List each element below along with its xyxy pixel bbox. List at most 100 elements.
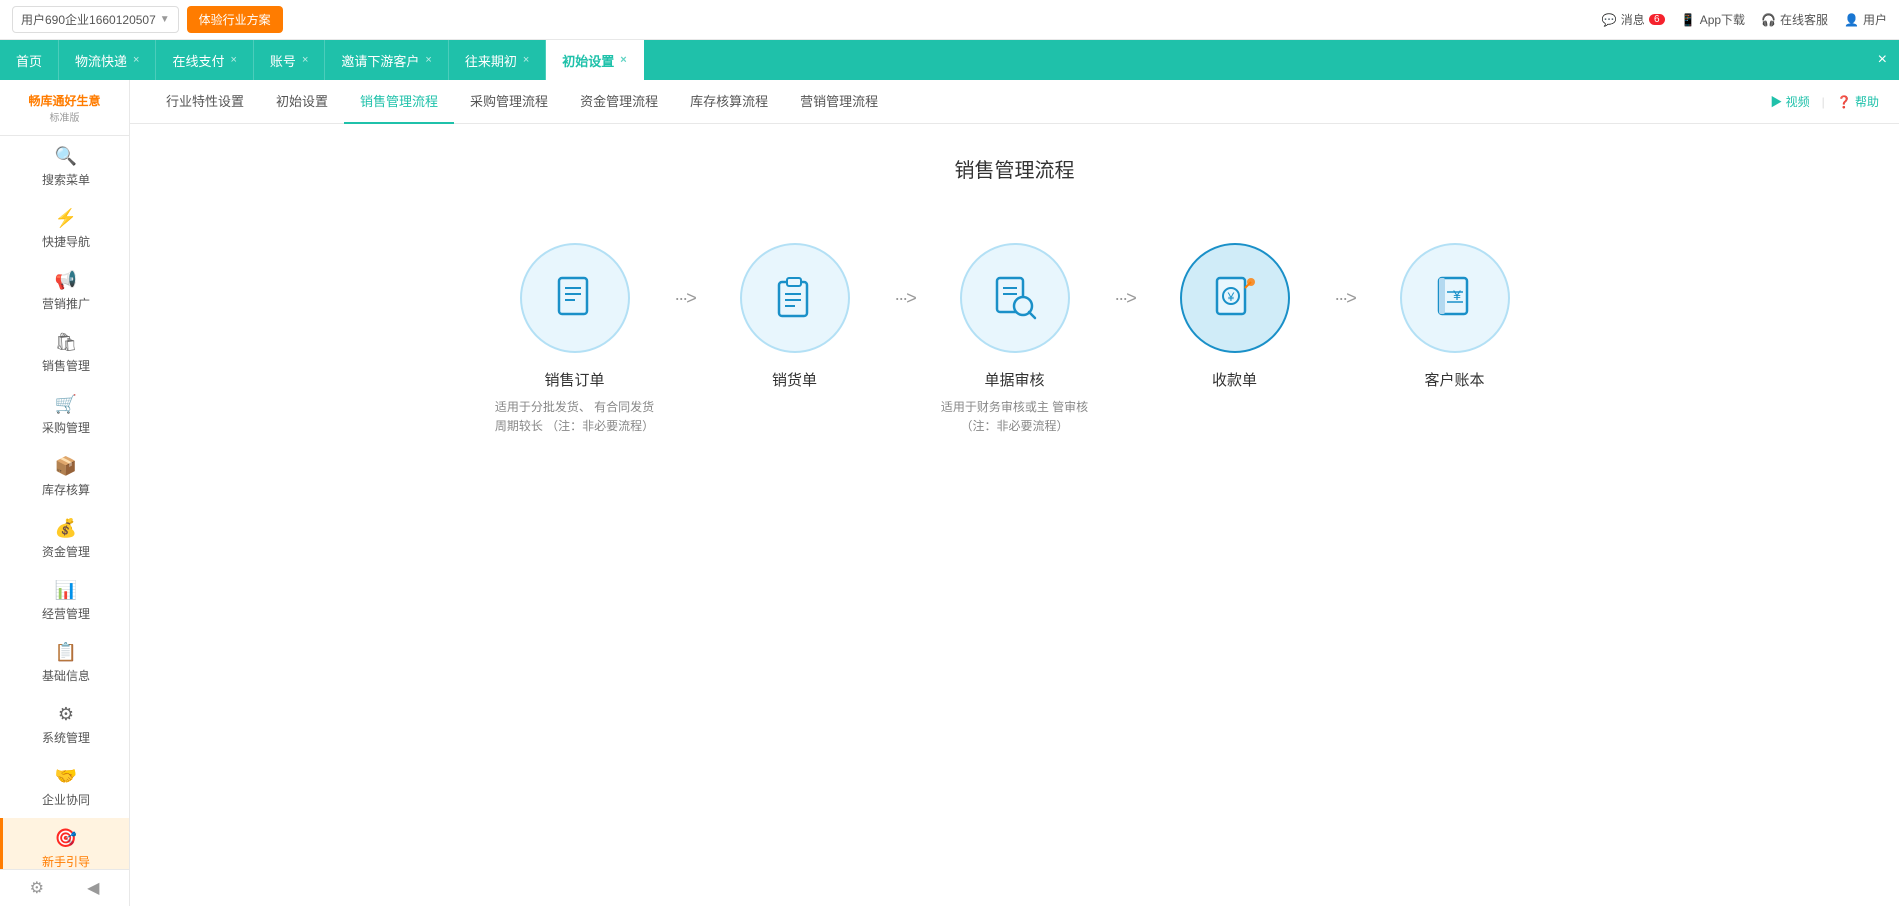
sidebar-icon-0: 🔍 <box>55 146 77 167</box>
nav-tab-0[interactable]: 首页 <box>0 40 59 80</box>
sidebar-icon-11: 🎯 <box>55 828 77 849</box>
sidebar-icon-5: 📦 <box>55 456 77 477</box>
logo-text: 畅库通好生意 <box>28 92 100 109</box>
sub-tab-1[interactable]: 初始设置 <box>260 80 344 124</box>
sidebar-item-0[interactable]: 🔍搜索菜单 <box>0 136 129 198</box>
nav-tab-1[interactable]: 物流快递 × <box>59 40 156 80</box>
flow-arrow-3: ···> <box>1095 243 1155 309</box>
flow-step-1: 销货单 <box>715 243 875 398</box>
online-service-label: 在线客服 <box>1780 11 1828 28</box>
app-download-item[interactable]: 📱 App下载 <box>1681 11 1745 28</box>
sidebar-icon-4: 🛒 <box>55 394 77 415</box>
sidebar-bottom: ⚙ ◀ <box>0 869 129 906</box>
sidebar-label-3: 销售管理 <box>42 357 90 374</box>
flow-arrow-2: ···> <box>875 243 935 309</box>
nav-tab-close-2[interactable]: × <box>230 54 236 66</box>
sidebar-label-5: 库存核算 <box>42 481 90 498</box>
sidebar-item-5[interactable]: 📦 库存核算 <box>0 446 129 508</box>
flow-step-title-2: 单据审核 <box>984 369 1044 390</box>
flow-step-title-1: 销货单 <box>772 369 817 390</box>
sub-tab-3[interactable]: 采购管理流程 <box>454 80 564 124</box>
sidebar-icon-8: 📋 <box>55 642 77 663</box>
online-service-item[interactable]: 🎧 在线客服 <box>1761 11 1828 28</box>
nav-tab-3[interactable]: 账号 × <box>254 40 325 80</box>
top-bar-left: 用户690企业1660120507 ▼ 体验行业方案 <box>12 6 283 33</box>
chevron-down-icon: ▼ <box>160 14 170 25</box>
nav-tab-close-5[interactable]: × <box>523 54 529 66</box>
collapse-icon[interactable]: ◀ <box>87 878 99 898</box>
sidebar-item-6[interactable]: 💰资金管理 <box>0 508 129 570</box>
sidebar-logo: 畅库通好生意 标准版 <box>0 80 129 136</box>
sidebar-item-7[interactable]: 📊 经营管理 <box>0 570 129 632</box>
sidebar-label-2: 营销推广 <box>42 295 90 312</box>
sidebar-icon-6: 💰 <box>55 518 77 539</box>
sidebar-icon-3: 🛍 <box>55 332 78 353</box>
flow-circle-0[interactable] <box>520 243 630 353</box>
user-avatar-item[interactable]: 👤 用户 <box>1844 11 1887 28</box>
sub-tabs: 行业特性设置初始设置销售管理流程采购管理流程资金管理流程库存核算流程营销管理流程… <box>130 80 1899 124</box>
sidebar-label-8: 基础信息 <box>42 667 90 684</box>
sidebar-icon-1: ⚡ <box>55 208 77 229</box>
download-icon: 📱 <box>1681 13 1696 27</box>
sidebar-icon-2: 📢 <box>55 270 77 291</box>
sidebar-item-4[interactable]: 🛒采购管理 <box>0 384 129 446</box>
sub-tab-5[interactable]: 库存核算流程 <box>674 80 784 124</box>
logo-sub: 标准版 <box>50 109 80 124</box>
flow-circle-3[interactable]: ¥ <box>1180 243 1290 353</box>
nav-tabs: 首页物流快递 ×在线支付 ×账号 ×邀请下游客户 ×往来期初 ×初始设置 ×× <box>0 40 1899 80</box>
sub-tab-2[interactable]: 销售管理流程 <box>344 80 454 124</box>
nav-tab-close-4[interactable]: × <box>425 54 431 66</box>
user-name-label: 用户 <box>1863 11 1887 28</box>
sidebar-item-10[interactable]: 🤝企业协同 <box>0 756 129 818</box>
sidebar: 畅库通好生意 标准版 🔍搜索菜单⚡快捷导航 📢 营销推广 🛍 销售管理 🛒采购管理 📦 库存核… <box>0 80 130 906</box>
message-badge: 6 <box>1649 14 1665 25</box>
service-icon: 🎧 <box>1761 13 1776 27</box>
sub-tabs-right: ▶ 视频|❓ 帮助 <box>1770 93 1879 110</box>
nav-tab-5[interactable]: 往来期初 × <box>449 40 546 80</box>
flow-step-title-3: 收款单 <box>1212 369 1257 390</box>
sidebar-items: 🔍搜索菜单⚡快捷导航 📢 营销推广 🛍 销售管理 🛒采购管理 📦 库存核算 💰资金管理 📊 经营管理… <box>0 136 129 869</box>
message-icon: 💬 <box>1602 13 1617 27</box>
sub-tabs-left: 行业特性设置初始设置销售管理流程采购管理流程资金管理流程库存核算流程营销管理流程 <box>150 80 894 124</box>
sidebar-item-1[interactable]: ⚡快捷导航 <box>0 198 129 260</box>
sidebar-label-7: 经营管理 <box>42 605 90 622</box>
page-title: 销售管理流程 <box>170 154 1859 183</box>
flow-diagram: 销售订单适用于分批发货、 有合同发货周期较长 （注：非必要流程）···>销货单·… <box>170 243 1859 436</box>
nav-tab-2[interactable]: 在线支付 × <box>156 40 253 80</box>
top-bar: 用户690企业1660120507 ▼ 体验行业方案 💬 消息 6 📱 App下… <box>0 0 1899 40</box>
sidebar-item-3[interactable]: 🛍 销售管理 <box>0 322 129 384</box>
flow-circle-4[interactable]: ¥ <box>1400 243 1510 353</box>
sidebar-icon-7: 📊 <box>55 580 77 601</box>
flow-step-3: ¥ 收款单 <box>1155 243 1315 398</box>
sub-tab-6[interactable]: 营销管理流程 <box>784 80 894 124</box>
nav-close-all[interactable]: × <box>1866 40 1899 80</box>
sidebar-label-11: 新手引导 <box>42 853 90 869</box>
svg-text:¥: ¥ <box>1226 290 1234 304</box>
nav-tab-close-6[interactable]: × <box>620 54 626 66</box>
nav-tab-4[interactable]: 邀请下游客户 × <box>325 40 448 80</box>
page-content: 销售管理流程 销售订单适用于分批发货、 有合同发货周期较长 （注：非必要流程）·… <box>130 124 1899 906</box>
sub-tab-right-1[interactable]: ❓ 帮助 <box>1837 93 1879 110</box>
user-selector[interactable]: 用户690企业1660120507 ▼ <box>12 6 179 33</box>
nav-tab-close-3[interactable]: × <box>302 54 308 66</box>
sub-tab-4[interactable]: 资金管理流程 <box>564 80 674 124</box>
trial-button[interactable]: 体验行业方案 <box>187 6 283 33</box>
nav-tab-close-1[interactable]: × <box>133 54 139 66</box>
sidebar-item-2[interactable]: 📢 营销推广 <box>0 260 129 322</box>
sub-tab-0[interactable]: 行业特性设置 <box>150 80 260 124</box>
flow-step-desc-2: 适用于财务审核或主 管审核 （注：非必要流程） <box>935 398 1095 436</box>
sidebar-item-9[interactable]: ⚙系统管理 <box>0 694 129 756</box>
sub-tab-right-0[interactable]: ▶ 视频 <box>1770 93 1809 110</box>
sidebar-item-11[interactable]: 🎯 新手引导 <box>0 818 129 869</box>
flow-step-2: 单据审核适用于财务审核或主 管审核 （注：非必要流程） <box>935 243 1095 436</box>
sidebar-item-8[interactable]: 📋 基础信息 <box>0 632 129 694</box>
message-item[interactable]: 💬 消息 6 <box>1602 11 1665 28</box>
flow-circle-2[interactable] <box>960 243 1070 353</box>
settings-icon[interactable]: ⚙ <box>30 878 44 898</box>
flow-circle-1[interactable] <box>740 243 850 353</box>
nav-tab-6[interactable]: 初始设置 × <box>546 40 643 80</box>
app-download-label: App下载 <box>1700 11 1745 28</box>
sidebar-label-9: 系统管理 <box>42 729 90 746</box>
svg-text:¥: ¥ <box>1452 287 1461 303</box>
flow-arrow-1: ···> <box>655 243 715 309</box>
